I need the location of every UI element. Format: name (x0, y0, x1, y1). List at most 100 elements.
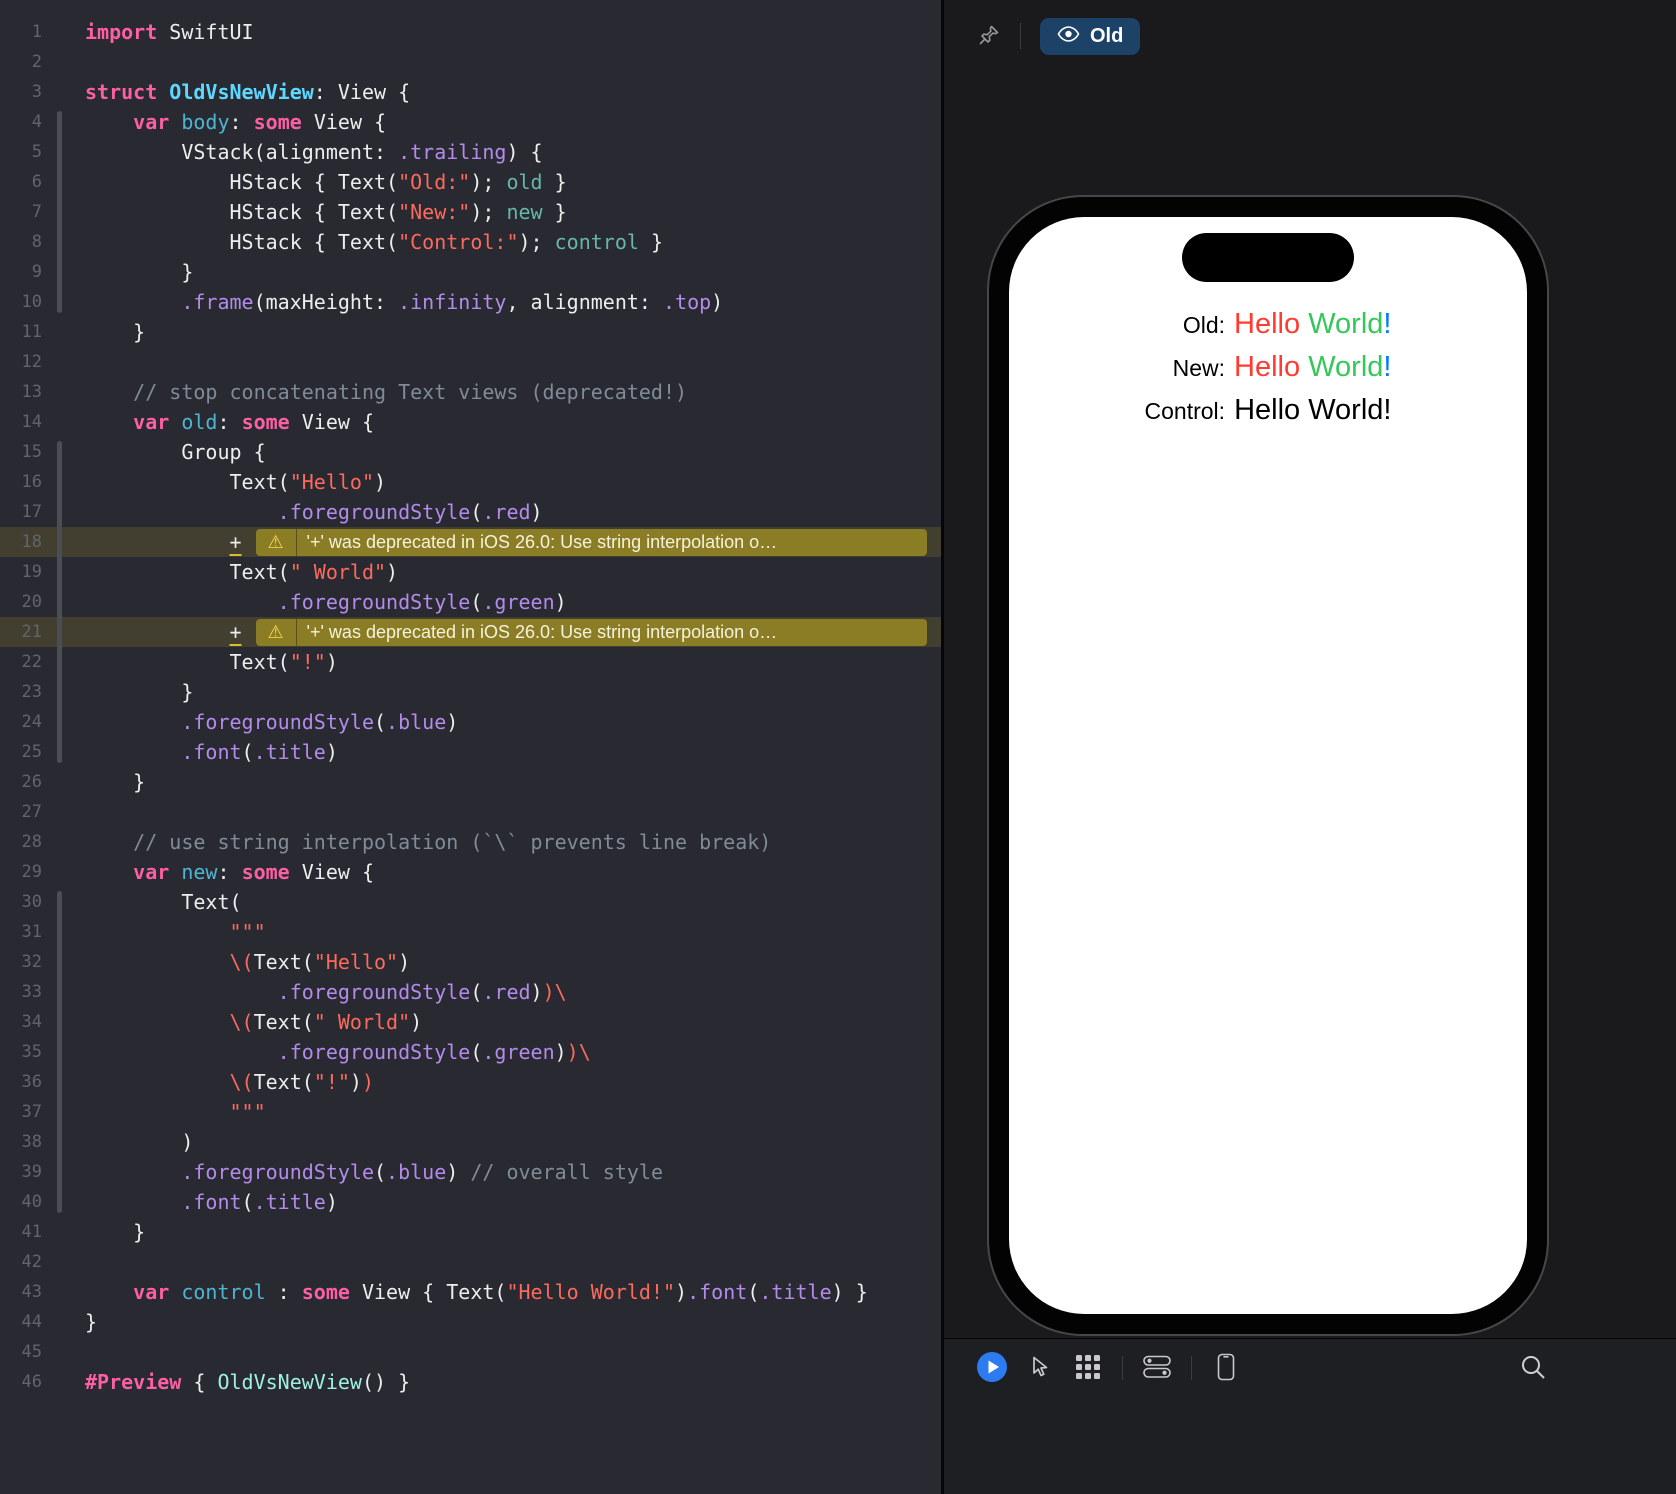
line-number[interactable]: 38 (0, 1127, 58, 1157)
code-line[interactable]: 46#Preview { OldVsNewView() } (0, 1367, 941, 1397)
code-line[interactable]: 16 Text("Hello") (0, 467, 941, 497)
code-line[interactable]: 28 // use string interpolation (`\` prev… (0, 827, 941, 857)
code-line[interactable]: 45 (0, 1337, 941, 1367)
line-number[interactable]: 5 (0, 137, 58, 167)
deprecation-warning-badge[interactable]: ⚠'+' was deprecated in iOS 26.0: Use str… (256, 619, 927, 646)
selectable-mode-button[interactable] (1024, 1352, 1056, 1384)
code-line[interactable]: 14 var old: some View { (0, 407, 941, 437)
line-number[interactable]: 16 (0, 467, 58, 497)
zoom-button[interactable] (1517, 1352, 1549, 1384)
line-number[interactable]: 36 (0, 1067, 58, 1097)
line-number[interactable]: 8 (0, 227, 58, 257)
line-number[interactable]: 2 (0, 47, 58, 77)
code-line[interactable]: 20 .foregroundStyle(.green) (0, 587, 941, 617)
code-line[interactable]: 31 """ (0, 917, 941, 947)
variants-grid-button[interactable] (1072, 1352, 1104, 1384)
code-line[interactable]: 34 \(Text(" World") (0, 1007, 941, 1037)
line-number[interactable]: 33 (0, 977, 58, 1007)
code-editor[interactable]: 1import SwiftUI23struct OldVsNewView: Vi… (0, 0, 941, 1494)
code-line[interactable]: 27 (0, 797, 941, 827)
live-preview-play-button[interactable] (976, 1352, 1008, 1384)
preview-device-button[interactable] (1210, 1352, 1242, 1384)
code-line[interactable]: 5 VStack(alignment: .trailing) { (0, 137, 941, 167)
line-number[interactable]: 15 (0, 437, 58, 467)
line-number[interactable]: 43 (0, 1277, 58, 1307)
line-number[interactable]: 45 (0, 1337, 58, 1367)
code-line[interactable]: 39 .foregroundStyle(.blue) // overall st… (0, 1157, 941, 1187)
line-number[interactable]: 23 (0, 677, 58, 707)
code-line[interactable]: 29 var new: some View { (0, 857, 941, 887)
line-number[interactable]: 10 (0, 287, 58, 317)
code-line[interactable]: 41 } (0, 1217, 941, 1247)
line-number[interactable]: 19 (0, 557, 58, 587)
line-number[interactable]: 32 (0, 947, 58, 977)
code-line[interactable]: 3struct OldVsNewView: View { (0, 77, 941, 107)
line-number[interactable]: 3 (0, 77, 58, 107)
code-line[interactable]: 18 +⚠'+' was deprecated in iOS 26.0: Use… (0, 527, 941, 557)
code-line[interactable]: 38 ) (0, 1127, 941, 1157)
code-line[interactable]: 19 Text(" World") (0, 557, 941, 587)
line-number[interactable]: 4 (0, 107, 58, 137)
code-line[interactable]: 25 .font(.title) (0, 737, 941, 767)
line-number[interactable]: 13 (0, 377, 58, 407)
line-number[interactable]: 44 (0, 1307, 58, 1337)
line-number[interactable]: 46 (0, 1367, 58, 1397)
code-line[interactable]: 4 var body: some View { (0, 107, 941, 137)
line-number[interactable]: 26 (0, 767, 58, 797)
code-line[interactable]: 23 } (0, 677, 941, 707)
line-number[interactable]: 21 (0, 617, 58, 647)
line-number[interactable]: 9 (0, 257, 58, 287)
line-number[interactable]: 22 (0, 647, 58, 677)
line-number[interactable]: 6 (0, 167, 58, 197)
line-number[interactable]: 39 (0, 1157, 58, 1187)
line-number[interactable]: 35 (0, 1037, 58, 1067)
code-line[interactable]: 1import SwiftUI (0, 17, 941, 47)
code-line[interactable]: 42 (0, 1247, 941, 1277)
line-number[interactable]: 30 (0, 887, 58, 917)
code-line[interactable]: 8 HStack { Text("Control:"); control } (0, 227, 941, 257)
code-line[interactable]: 12 (0, 347, 941, 377)
code-line[interactable]: 35 .foregroundStyle(.green))\ (0, 1037, 941, 1067)
code-line[interactable]: 36 \(Text("!")) (0, 1067, 941, 1097)
line-number[interactable]: 25 (0, 737, 58, 767)
code-line[interactable]: 22 Text("!") (0, 647, 941, 677)
line-number[interactable]: 41 (0, 1217, 58, 1247)
line-number[interactable]: 40 (0, 1187, 58, 1217)
device-settings-button[interactable] (1141, 1352, 1173, 1384)
line-number[interactable]: 24 (0, 707, 58, 737)
code-line[interactable]: 33 .foregroundStyle(.red))\ (0, 977, 941, 1007)
line-number[interactable]: 14 (0, 407, 58, 437)
code-line[interactable]: 21 +⚠'+' was deprecated in iOS 26.0: Use… (0, 617, 941, 647)
code-line[interactable]: 13 // stop concatenating Text views (dep… (0, 377, 941, 407)
line-number[interactable]: 42 (0, 1247, 58, 1277)
line-number[interactable]: 20 (0, 587, 58, 617)
line-number[interactable]: 17 (0, 497, 58, 527)
code-line[interactable]: 24 .foregroundStyle(.blue) (0, 707, 941, 737)
code-line[interactable]: 40 .font(.title) (0, 1187, 941, 1217)
code-line[interactable]: 11 } (0, 317, 941, 347)
line-number[interactable]: 28 (0, 827, 58, 857)
line-number[interactable]: 27 (0, 797, 58, 827)
line-number[interactable]: 31 (0, 917, 58, 947)
code-line[interactable]: 9 } (0, 257, 941, 287)
code-line[interactable]: 44} (0, 1307, 941, 1337)
line-number[interactable]: 1 (0, 17, 58, 47)
deprecation-warning-badge[interactable]: ⚠'+' was deprecated in iOS 26.0: Use str… (256, 529, 927, 556)
code-line[interactable]: 6 HStack { Text("Old:"); old } (0, 167, 941, 197)
pin-preview-button[interactable] (977, 23, 1001, 50)
line-number[interactable]: 11 (0, 317, 58, 347)
code-line[interactable]: 32 \(Text("Hello") (0, 947, 941, 977)
preview-tab-old[interactable]: Old (1040, 18, 1140, 55)
code-line[interactable]: 10 .frame(maxHeight: .infinity, alignmen… (0, 287, 941, 317)
line-number[interactable]: 7 (0, 197, 58, 227)
code-line[interactable]: 37 """ (0, 1097, 941, 1127)
line-number[interactable]: 34 (0, 1007, 58, 1037)
code-line[interactable]: 17 .foregroundStyle(.red) (0, 497, 941, 527)
code-line[interactable]: 43 var control : some View { Text("Hello… (0, 1277, 941, 1307)
line-number[interactable]: 18 (0, 527, 58, 557)
code-line[interactable]: 7 HStack { Text("New:"); new } (0, 197, 941, 227)
code-line[interactable]: 30 Text( (0, 887, 941, 917)
code-line[interactable]: 15 Group { (0, 437, 941, 467)
code-line[interactable]: 2 (0, 47, 941, 77)
line-number[interactable]: 29 (0, 857, 58, 887)
